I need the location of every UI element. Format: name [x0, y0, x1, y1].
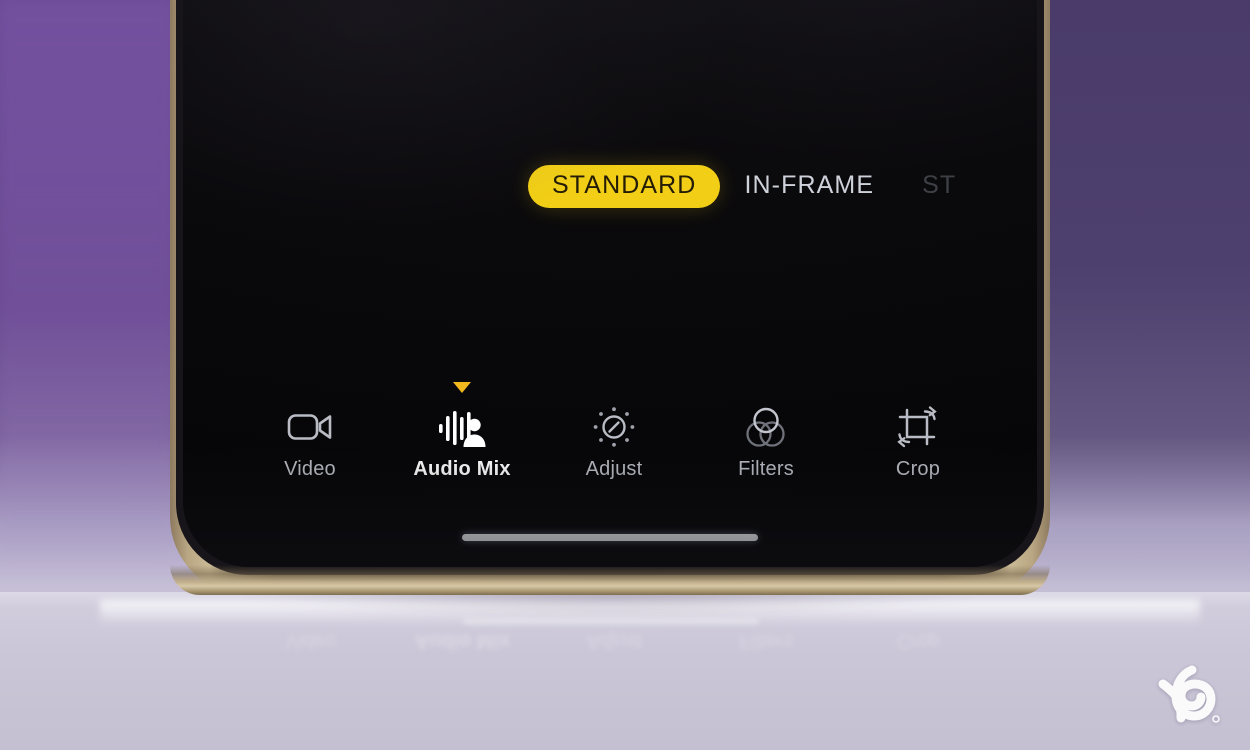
mode-tab-stage-cutoff[interactable]: ST	[898, 165, 980, 208]
toolbar-label-audio-mix: Audio Mix	[413, 458, 511, 480]
screenshot-scene: STANDARD IN-FRAME ST Video Audio Mix Adj…	[0, 0, 1250, 750]
toolbar-item-adjust[interactable]: Adjust	[559, 404, 669, 479]
toolbar-item-video[interactable]: Video	[255, 404, 365, 479]
selected-triangle-indicator	[453, 382, 471, 393]
crop-rotate-icon	[892, 404, 944, 450]
toolbar-label-crop: Crop	[895, 458, 941, 480]
mode-tab-standard[interactable]: STANDARD	[528, 165, 721, 208]
toolbar-label-filters: Filters	[738, 458, 794, 480]
toolbar-label-adjust: Adjust	[585, 458, 643, 480]
toolbar-label-video: Video	[284, 458, 336, 480]
phone-screen: STANDARD IN-FRAME ST Video Audio Mix Adj…	[183, 0, 1037, 567]
mode-tab-in-frame[interactable]: IN-FRAME	[720, 165, 898, 208]
video-camera-icon	[284, 404, 336, 450]
phone-device: STANDARD IN-FRAME ST Video Audio Mix Adj…	[170, 0, 1050, 595]
toolbar-item-filters[interactable]: Filters	[711, 404, 821, 479]
beebom-logo-watermark	[1140, 644, 1232, 736]
audio-mix-icon	[436, 404, 488, 450]
toolbar-item-audio-mix[interactable]: Audio Mix	[407, 382, 517, 480]
home-indicator[interactable]	[462, 534, 758, 541]
editor-toolbar: Video Audio Mix Adjust Filters Crop	[183, 382, 1037, 480]
filters-circles-icon	[740, 404, 792, 450]
adjust-dial-icon	[588, 404, 640, 450]
toolbar-item-crop[interactable]: Crop	[863, 404, 973, 479]
screen-reflection-sheen	[183, 0, 1037, 567]
mode-tab-row: STANDARD IN-FRAME ST	[183, 165, 1037, 208]
phone-bottom-edge	[170, 565, 1050, 595]
